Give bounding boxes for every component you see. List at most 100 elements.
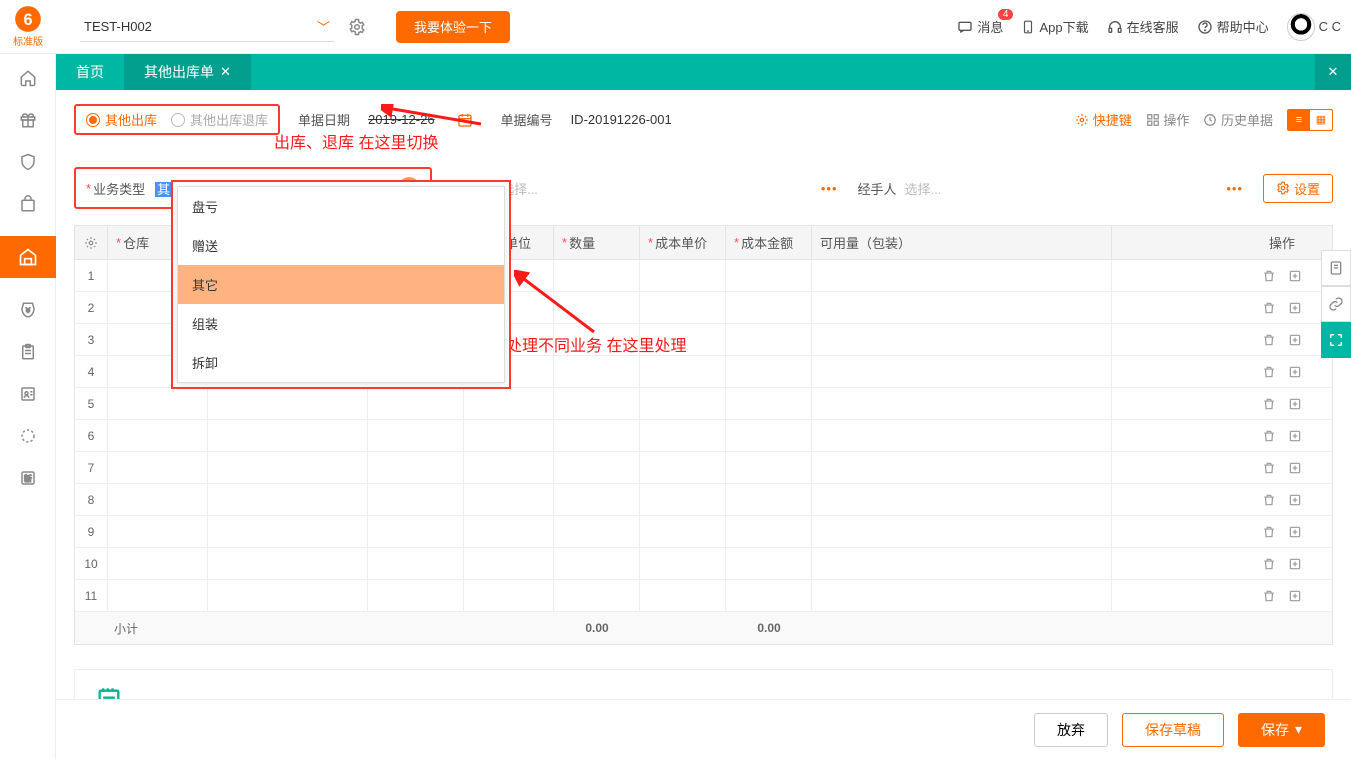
add-row-icon[interactable]: [1288, 365, 1302, 379]
biztype-label: 业务类型: [93, 179, 145, 198]
delete-icon[interactable]: [1262, 589, 1276, 603]
message-icon: [957, 19, 973, 35]
tab-home[interactable]: 首页: [56, 54, 124, 90]
nav-new-icon[interactable]: 新: [18, 468, 38, 488]
dropdown-item[interactable]: 赠送: [178, 226, 504, 265]
online-service-button[interactable]: 在线客服: [1107, 17, 1179, 36]
company-selector[interactable]: TEST-H002 ﹀: [80, 12, 334, 42]
nav-warehouse-icon[interactable]: [0, 236, 56, 278]
dropdown-item[interactable]: 其它: [178, 265, 504, 304]
dock-expand-icon[interactable]: [1321, 322, 1351, 358]
view-toggle[interactable]: ≡ ▦: [1287, 109, 1333, 131]
add-row-icon[interactable]: [1288, 269, 1302, 283]
operate-button[interactable]: 操作: [1146, 110, 1190, 129]
close-icon[interactable]: ✕: [220, 64, 231, 80]
add-row-icon[interactable]: [1288, 429, 1302, 443]
nav-money-icon[interactable]: ¥: [18, 300, 38, 320]
avatar: [1287, 13, 1315, 41]
delete-icon[interactable]: [1262, 333, 1276, 347]
table-row[interactable]: 6: [75, 420, 1332, 452]
logo: 6 标准版: [0, 5, 56, 48]
nav-home-icon[interactable]: [18, 68, 38, 88]
table-row[interactable]: 8: [75, 484, 1332, 516]
radio-outbound[interactable]: 其他出库: [86, 110, 157, 129]
more-icon[interactable]: •••: [821, 181, 838, 196]
tab-other-outbound[interactable]: 其他出库单 ✕: [124, 54, 251, 90]
save-draft-button[interactable]: 保存草稿: [1122, 713, 1224, 747]
delete-icon[interactable]: [1262, 365, 1276, 379]
add-row-icon[interactable]: [1288, 589, 1302, 603]
delete-icon[interactable]: [1262, 301, 1276, 315]
shortcut-button[interactable]: 快捷键: [1075, 110, 1132, 129]
trial-button[interactable]: 我要体验一下: [396, 11, 510, 43]
nav-sync-icon[interactable]: [18, 426, 38, 446]
history-button[interactable]: 历史单据: [1203, 110, 1273, 129]
add-row-icon[interactable]: [1288, 557, 1302, 571]
top-bar: 6 标准版 TEST-H002 ﹀ 我要体验一下 消息 4 App下载 在线客: [0, 0, 1351, 54]
settings-button[interactable]: 设置: [1263, 174, 1333, 203]
handler-field[interactable]: 经手人 选择... •••: [858, 179, 1244, 198]
nav-gift-icon[interactable]: [18, 110, 38, 130]
grid-settings-icon[interactable]: [75, 226, 108, 259]
add-row-icon[interactable]: [1288, 333, 1302, 347]
add-row-icon[interactable]: [1288, 525, 1302, 539]
delete-icon[interactable]: [1262, 429, 1276, 443]
row-index: 10: [75, 548, 108, 579]
dropdown-item[interactable]: 组装: [178, 304, 504, 343]
user-menu[interactable]: C C: [1287, 13, 1341, 41]
app-download-button[interactable]: App下载: [1021, 17, 1088, 36]
row-index: 3: [75, 324, 108, 355]
add-row-icon[interactable]: [1288, 397, 1302, 411]
messages-button[interactable]: 消息 4: [957, 17, 1003, 36]
save-button[interactable]: 保存 ▾: [1238, 713, 1325, 747]
nav-clipboard-icon[interactable]: [18, 342, 38, 362]
radio-outbound-return[interactable]: 其他出库退库: [171, 110, 268, 129]
help-center-button[interactable]: 帮助中心: [1197, 17, 1269, 36]
delete-icon[interactable]: [1262, 397, 1276, 411]
close-all-tabs-button[interactable]: ✕: [1315, 54, 1351, 90]
nav-contact-icon[interactable]: [18, 384, 38, 404]
dock-link-icon[interactable]: [1321, 286, 1351, 322]
delete-icon[interactable]: [1262, 461, 1276, 475]
radio-off-icon: [171, 113, 185, 127]
table-row[interactable]: 7: [75, 452, 1332, 484]
logo-icon: 6: [14, 5, 42, 33]
gear-icon[interactable]: [348, 18, 366, 36]
dropdown-item[interactable]: 拆卸: [178, 343, 504, 382]
nav-shield-icon[interactable]: [18, 152, 38, 172]
delete-icon[interactable]: [1262, 557, 1276, 571]
discard-button[interactable]: 放弃: [1034, 713, 1108, 747]
card-view-icon[interactable]: ▦: [1310, 110, 1332, 130]
dock-note-icon[interactable]: [1321, 250, 1351, 286]
add-row-icon[interactable]: [1288, 461, 1302, 475]
list-view-icon[interactable]: ≡: [1288, 110, 1310, 130]
date-label: 单据日期: [298, 110, 350, 129]
add-row-icon[interactable]: [1288, 493, 1302, 507]
row-index: 8: [75, 484, 108, 515]
form-content: 其他出库 其他出库退库 单据日期 2019-12-26 单据编号 ID-2019…: [56, 90, 1351, 699]
help-center-label: 帮助中心: [1217, 17, 1269, 36]
chevron-down-icon: ﹀: [317, 17, 330, 36]
row-index: 1: [75, 260, 108, 291]
subtotal-label: 小计: [108, 612, 208, 644]
subtotal-qty: 0.00: [554, 612, 640, 644]
delete-icon[interactable]: [1262, 525, 1276, 539]
nav-bag-icon[interactable]: [18, 194, 38, 214]
col-qty: *数量: [554, 226, 640, 259]
headset-icon: [1107, 19, 1123, 35]
dropdown-item[interactable]: 盘亏: [178, 187, 504, 226]
col-amount: *成本金额: [726, 226, 812, 259]
table-row[interactable]: 11: [75, 580, 1332, 612]
delete-icon[interactable]: [1262, 269, 1276, 283]
add-row-icon[interactable]: [1288, 301, 1302, 315]
annotation-arrow-1: [381, 104, 491, 130]
delete-icon[interactable]: [1262, 493, 1276, 507]
more-icon[interactable]: •••: [1226, 181, 1243, 196]
table-row[interactable]: 10: [75, 548, 1332, 580]
messages-badge: 4: [998, 9, 1014, 20]
remark-icon: 备注信息: [95, 686, 140, 699]
row-index: 11: [75, 580, 108, 611]
table-row[interactable]: 5: [75, 388, 1332, 420]
table-row[interactable]: 9: [75, 516, 1332, 548]
row-index: 6: [75, 420, 108, 451]
